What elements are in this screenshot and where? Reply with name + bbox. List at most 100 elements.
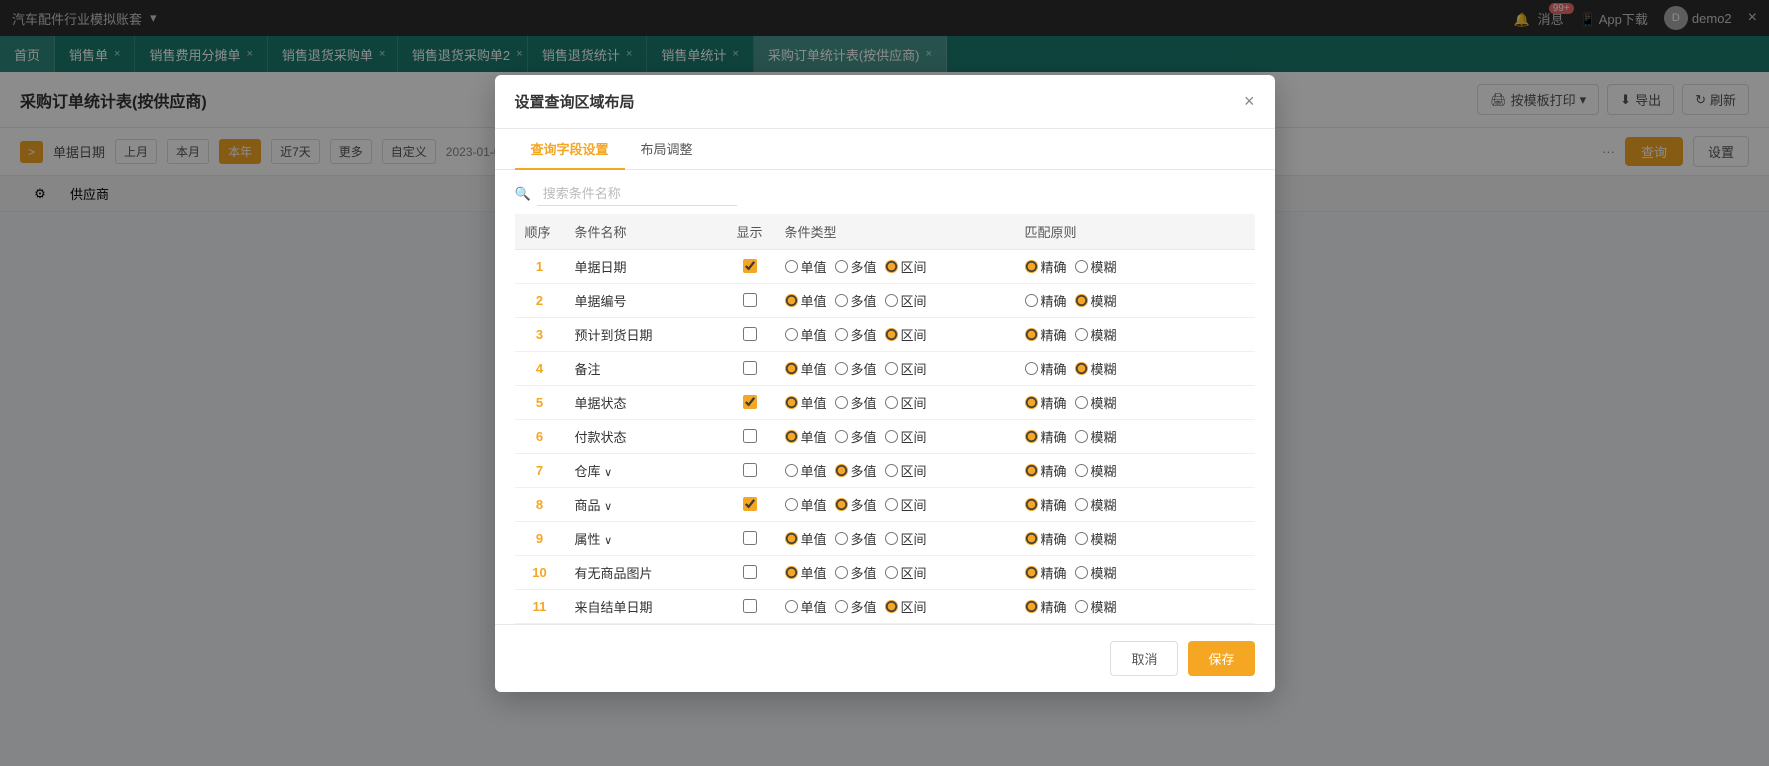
row-match[interactable]: 精确模糊 — [1015, 555, 1255, 589]
type-radio-opt[interactable]: 单值 — [785, 257, 827, 276]
display-checkbox[interactable] — [743, 599, 757, 613]
type-radio-opt[interactable]: 区间 — [885, 257, 927, 276]
match-radio-opt[interactable]: 精确 — [1025, 393, 1067, 412]
type-radio-opt[interactable]: 多值 — [835, 291, 877, 310]
type-radio-opt[interactable]: 区间 — [885, 325, 927, 344]
match-radio-opt[interactable]: 模糊 — [1075, 325, 1117, 344]
type-radio-opt[interactable]: 区间 — [885, 427, 927, 446]
match-radio-opt[interactable]: 精确 — [1025, 359, 1067, 378]
row-display[interactable] — [725, 419, 775, 453]
row-type[interactable]: 单值多值区间 — [775, 385, 1015, 419]
match-radio-opt[interactable]: 模糊 — [1075, 597, 1117, 616]
match-radio-opt[interactable]: 精确 — [1025, 427, 1067, 446]
display-checkbox[interactable] — [743, 565, 757, 579]
type-radio-opt[interactable]: 多值 — [835, 257, 877, 276]
row-type[interactable]: 单值多值区间 — [775, 487, 1015, 521]
row-display[interactable] — [725, 453, 775, 487]
type-radio-opt[interactable]: 多值 — [835, 529, 877, 548]
match-radio-opt[interactable]: 精确 — [1025, 325, 1067, 344]
row-match[interactable]: 精确模糊 — [1015, 283, 1255, 317]
type-radio-opt[interactable]: 区间 — [885, 495, 927, 514]
match-radio-opt[interactable]: 模糊 — [1075, 257, 1117, 276]
type-radio-opt[interactable]: 多值 — [835, 427, 877, 446]
display-checkbox[interactable] — [743, 429, 757, 443]
type-radio-opt[interactable]: 区间 — [885, 597, 927, 616]
match-radio-opt[interactable]: 模糊 — [1075, 427, 1117, 446]
row-display[interactable] — [725, 385, 775, 419]
type-radio-opt[interactable]: 单值 — [785, 359, 827, 378]
row-type[interactable]: 单值多值区间 — [775, 453, 1015, 487]
display-checkbox[interactable] — [743, 395, 757, 409]
type-radio-opt[interactable]: 多值 — [835, 461, 877, 480]
display-checkbox[interactable] — [743, 327, 757, 341]
type-radio-opt[interactable]: 区间 — [885, 291, 927, 310]
type-radio-opt[interactable]: 区间 — [885, 359, 927, 378]
row-display[interactable] — [725, 589, 775, 623]
save-button[interactable]: 保存 — [1188, 641, 1254, 676]
match-radio-opt[interactable]: 精确 — [1025, 563, 1067, 582]
row-match[interactable]: 精确模糊 — [1015, 249, 1255, 283]
type-radio-opt[interactable]: 单值 — [785, 597, 827, 616]
match-radio-opt[interactable]: 模糊 — [1075, 359, 1117, 378]
row-match[interactable]: 精确模糊 — [1015, 487, 1255, 521]
row-display[interactable] — [725, 521, 775, 555]
match-radio-opt[interactable]: 模糊 — [1075, 291, 1117, 310]
match-radio-opt[interactable]: 精确 — [1025, 529, 1067, 548]
type-radio-opt[interactable]: 单值 — [785, 563, 827, 582]
row-match[interactable]: 精确模糊 — [1015, 385, 1255, 419]
match-radio-opt[interactable]: 精确 — [1025, 257, 1067, 276]
type-radio-opt[interactable]: 区间 — [885, 563, 927, 582]
row-type[interactable]: 单值多值区间 — [775, 249, 1015, 283]
type-radio-opt[interactable]: 单值 — [785, 291, 827, 310]
type-radio-opt[interactable]: 区间 — [885, 393, 927, 412]
display-checkbox[interactable] — [743, 259, 757, 273]
row-match[interactable]: 精确模糊 — [1015, 419, 1255, 453]
row-type[interactable]: 单值多值区间 — [775, 351, 1015, 385]
display-checkbox[interactable] — [743, 497, 757, 511]
type-radio-opt[interactable]: 区间 — [885, 529, 927, 548]
type-radio-opt[interactable]: 单值 — [785, 495, 827, 514]
type-radio-opt[interactable]: 多值 — [835, 597, 877, 616]
match-radio-opt[interactable]: 模糊 — [1075, 393, 1117, 412]
search-input[interactable] — [537, 182, 737, 206]
row-display[interactable] — [725, 283, 775, 317]
type-radio-opt[interactable]: 单值 — [785, 393, 827, 412]
row-match[interactable]: 精确模糊 — [1015, 521, 1255, 555]
cancel-button[interactable]: 取消 — [1110, 641, 1178, 676]
match-radio-opt[interactable]: 模糊 — [1075, 461, 1117, 480]
row-type[interactable]: 单值多值区间 — [775, 283, 1015, 317]
row-match[interactable]: 精确模糊 — [1015, 453, 1255, 487]
type-radio-opt[interactable]: 多值 — [835, 495, 877, 514]
type-radio-opt[interactable]: 多值 — [835, 393, 877, 412]
match-radio-opt[interactable]: 精确 — [1025, 495, 1067, 514]
match-radio-opt[interactable]: 模糊 — [1075, 563, 1117, 582]
display-checkbox[interactable] — [743, 361, 757, 375]
type-radio-opt[interactable]: 单值 — [785, 529, 827, 548]
display-checkbox[interactable] — [743, 293, 757, 307]
row-type[interactable]: 单值多值区间 — [775, 419, 1015, 453]
tab-query-fields[interactable]: 查询字段设置 — [515, 129, 625, 170]
row-display[interactable] — [725, 249, 775, 283]
row-type[interactable]: 单值多值区间 — [775, 317, 1015, 351]
row-display[interactable] — [725, 317, 775, 351]
type-radio-opt[interactable]: 多值 — [835, 563, 877, 582]
type-radio-opt[interactable]: 单值 — [785, 325, 827, 344]
row-match[interactable]: 精确模糊 — [1015, 351, 1255, 385]
type-radio-opt[interactable]: 多值 — [835, 325, 877, 344]
row-type[interactable]: 单值多值区间 — [775, 555, 1015, 589]
match-radio-opt[interactable]: 模糊 — [1075, 529, 1117, 548]
row-display[interactable] — [725, 487, 775, 521]
type-radio-opt[interactable]: 区间 — [885, 461, 927, 480]
display-checkbox[interactable] — [743, 463, 757, 477]
match-radio-opt[interactable]: 精确 — [1025, 291, 1067, 310]
row-match[interactable]: 精确模糊 — [1015, 317, 1255, 351]
display-checkbox[interactable] — [743, 531, 757, 545]
row-display[interactable] — [725, 351, 775, 385]
tab-layout[interactable]: 布局调整 — [625, 129, 709, 170]
row-display[interactable] — [725, 555, 775, 589]
type-radio-opt[interactable]: 多值 — [835, 359, 877, 378]
modal-close-button[interactable]: × — [1244, 92, 1255, 110]
row-type[interactable]: 单值多值区间 — [775, 521, 1015, 555]
type-radio-opt[interactable]: 单值 — [785, 427, 827, 446]
match-radio-opt[interactable]: 精确 — [1025, 597, 1067, 616]
